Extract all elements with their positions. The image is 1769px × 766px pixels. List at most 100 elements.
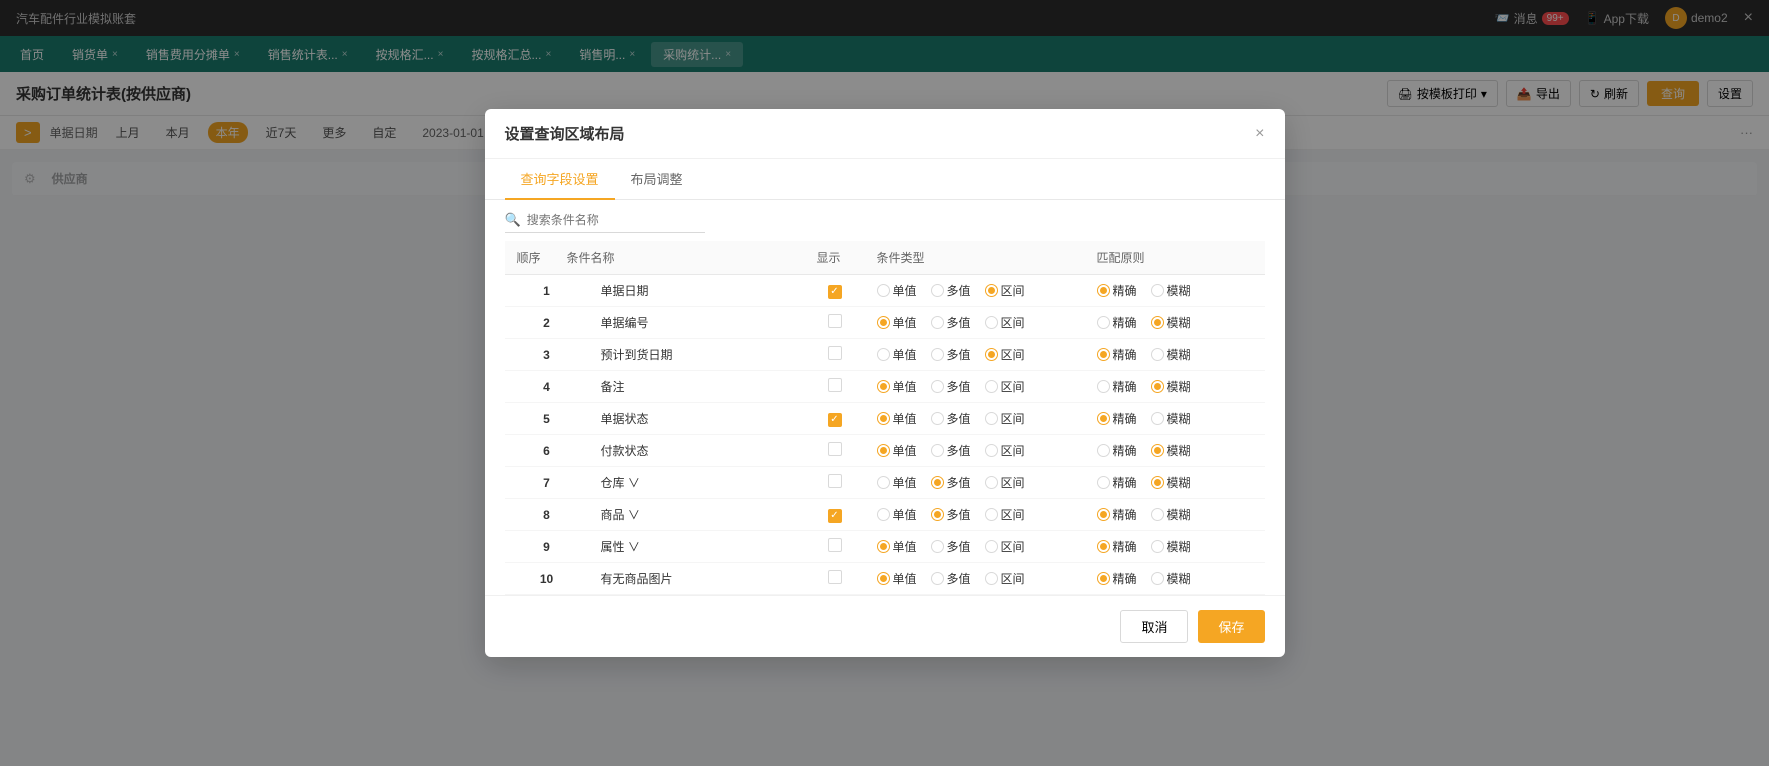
match-option-模糊[interactable]: 模糊 bbox=[1151, 506, 1191, 523]
type-option-多值[interactable]: 多值 bbox=[931, 570, 971, 587]
radio-label: 多值 bbox=[947, 410, 971, 427]
row-order: 3 bbox=[505, 339, 589, 371]
match-option-模糊[interactable]: 模糊 bbox=[1151, 442, 1191, 459]
display-checkbox[interactable] bbox=[828, 378, 842, 392]
row-display[interactable] bbox=[805, 275, 865, 307]
type-option-区间[interactable]: 区间 bbox=[985, 474, 1025, 491]
match-option-精确[interactable]: 精确 bbox=[1097, 474, 1137, 491]
type-option-区间[interactable]: 区间 bbox=[985, 346, 1025, 363]
type-option-多值[interactable]: 多值 bbox=[931, 442, 971, 459]
type-option-多值[interactable]: 多值 bbox=[931, 410, 971, 427]
type-option-单值[interactable]: 单值 bbox=[877, 538, 917, 555]
type-option-区间[interactable]: 区间 bbox=[985, 570, 1025, 587]
radio-label: 单值 bbox=[893, 282, 917, 299]
type-option-区间[interactable]: 区间 bbox=[985, 442, 1025, 459]
display-checkbox[interactable] bbox=[828, 285, 842, 299]
type-option-单值[interactable]: 单值 bbox=[877, 474, 917, 491]
display-checkbox[interactable] bbox=[828, 538, 842, 552]
match-option-模糊[interactable]: 模糊 bbox=[1151, 378, 1191, 395]
type-option-单值[interactable]: 单值 bbox=[877, 442, 917, 459]
display-checkbox[interactable] bbox=[828, 442, 842, 456]
type-option-单值[interactable]: 单值 bbox=[877, 346, 917, 363]
display-checkbox[interactable] bbox=[828, 570, 842, 584]
radio-circle-icon bbox=[1151, 572, 1164, 585]
type-option-单值[interactable]: 单值 bbox=[877, 378, 917, 395]
match-option-精确[interactable]: 精确 bbox=[1097, 410, 1137, 427]
type-option-单值[interactable]: 单值 bbox=[877, 570, 917, 587]
row-display[interactable] bbox=[805, 339, 865, 371]
match-option-精确[interactable]: 精确 bbox=[1097, 570, 1137, 587]
row-name: 属性 ∨ bbox=[589, 531, 805, 563]
type-option-区间[interactable]: 区间 bbox=[985, 410, 1025, 427]
row-display[interactable] bbox=[805, 531, 865, 563]
row-display[interactable] bbox=[805, 307, 865, 339]
row-display[interactable] bbox=[805, 371, 865, 403]
type-option-区间[interactable]: 区间 bbox=[985, 282, 1025, 299]
row-type: 单值多值区间 bbox=[865, 275, 1085, 307]
radio-label: 区间 bbox=[1001, 570, 1025, 587]
match-option-模糊[interactable]: 模糊 bbox=[1151, 314, 1191, 331]
match-option-模糊[interactable]: 模糊 bbox=[1151, 474, 1191, 491]
radio-circle-icon bbox=[985, 572, 998, 585]
type-option-区间[interactable]: 区间 bbox=[985, 378, 1025, 395]
radio-label: 区间 bbox=[1001, 378, 1025, 395]
save-button[interactable]: 保存 bbox=[1198, 610, 1264, 643]
type-option-多值[interactable]: 多值 bbox=[931, 506, 971, 523]
cancel-button[interactable]: 取消 bbox=[1120, 610, 1188, 643]
match-option-精确[interactable]: 精确 bbox=[1097, 506, 1137, 523]
type-option-多值[interactable]: 多值 bbox=[931, 282, 971, 299]
display-checkbox[interactable] bbox=[828, 509, 842, 523]
match-option-精确[interactable]: 精确 bbox=[1097, 378, 1137, 395]
display-checkbox[interactable] bbox=[828, 314, 842, 328]
type-option-区间[interactable]: 区间 bbox=[985, 314, 1025, 331]
radio-circle-icon bbox=[1097, 508, 1110, 521]
radio-label: 单值 bbox=[893, 538, 917, 555]
type-option-单值[interactable]: 单值 bbox=[877, 314, 917, 331]
modal-title: 设置查询区域布局 bbox=[505, 123, 625, 144]
row-order: 6 bbox=[505, 435, 589, 467]
col-header-match: 匹配原则 bbox=[1085, 241, 1265, 275]
search-input[interactable] bbox=[527, 213, 705, 227]
row-display[interactable] bbox=[805, 499, 865, 531]
display-checkbox[interactable] bbox=[828, 413, 842, 427]
match-option-模糊[interactable]: 模糊 bbox=[1151, 538, 1191, 555]
match-option-模糊[interactable]: 模糊 bbox=[1151, 282, 1191, 299]
type-option-多值[interactable]: 多值 bbox=[931, 538, 971, 555]
display-checkbox[interactable] bbox=[828, 474, 842, 488]
type-option-多值[interactable]: 多值 bbox=[931, 314, 971, 331]
radio-label: 多值 bbox=[947, 442, 971, 459]
radio-circle-icon bbox=[1097, 476, 1110, 489]
type-option-区间[interactable]: 区间 bbox=[985, 538, 1025, 555]
row-display[interactable] bbox=[805, 467, 865, 499]
match-option-模糊[interactable]: 模糊 bbox=[1151, 570, 1191, 587]
col-header-name: 条件名称 bbox=[555, 241, 805, 275]
match-option-精确[interactable]: 精确 bbox=[1097, 538, 1137, 555]
match-option-精确[interactable]: 精确 bbox=[1097, 442, 1137, 459]
match-option-精确[interactable]: 精确 bbox=[1097, 282, 1137, 299]
type-option-区间[interactable]: 区间 bbox=[985, 506, 1025, 523]
match-option-精确[interactable]: 精确 bbox=[1097, 346, 1137, 363]
type-option-多值[interactable]: 多值 bbox=[931, 474, 971, 491]
radio-circle-icon bbox=[1151, 444, 1164, 457]
row-display[interactable] bbox=[805, 403, 865, 435]
type-option-单值[interactable]: 单值 bbox=[877, 506, 917, 523]
type-option-单值[interactable]: 单值 bbox=[877, 410, 917, 427]
tab-layout-adjust[interactable]: 布局调整 bbox=[615, 159, 699, 200]
tab-query-fields[interactable]: 查询字段设置 bbox=[505, 159, 615, 200]
type-option-多值[interactable]: 多值 bbox=[931, 378, 971, 395]
type-option-单值[interactable]: 单值 bbox=[877, 282, 917, 299]
type-option-多值[interactable]: 多值 bbox=[931, 346, 971, 363]
match-option-模糊[interactable]: 模糊 bbox=[1151, 346, 1191, 363]
table-row: 8商品 ∨单值多值区间精确模糊 bbox=[505, 499, 1265, 531]
match-option-精确[interactable]: 精确 bbox=[1097, 314, 1137, 331]
row-type: 单值 多值区间 bbox=[865, 499, 1085, 531]
radio-label: 多值 bbox=[947, 506, 971, 523]
match-option-模糊[interactable]: 模糊 bbox=[1151, 410, 1191, 427]
modal-close-button[interactable]: × bbox=[1255, 125, 1264, 143]
row-display[interactable] bbox=[805, 435, 865, 467]
radio-label: 模糊 bbox=[1167, 378, 1191, 395]
row-display[interactable] bbox=[805, 563, 865, 595]
radio-circle-icon bbox=[1151, 380, 1164, 393]
radio-label: 模糊 bbox=[1167, 474, 1191, 491]
display-checkbox[interactable] bbox=[828, 346, 842, 360]
